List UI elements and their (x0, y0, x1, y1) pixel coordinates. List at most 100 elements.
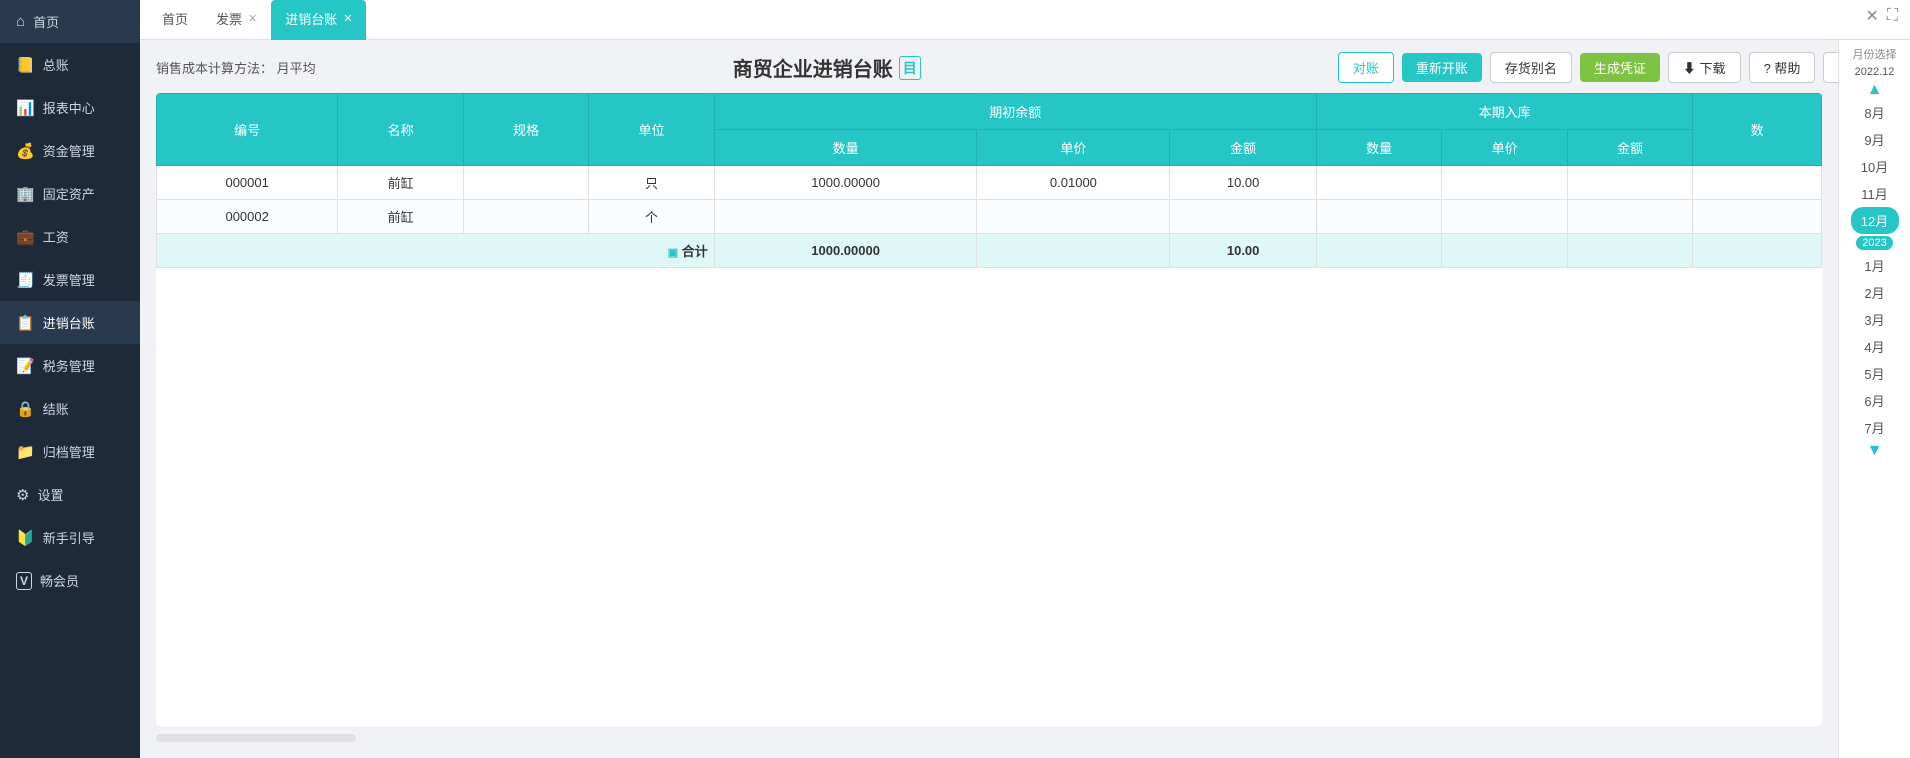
sidebar-item-guide[interactable]: 🔰 新手引导 (0, 516, 140, 559)
member-icon: V (16, 572, 32, 590)
row-last (1693, 166, 1822, 200)
sidebar-item-label: 工资 (43, 227, 69, 246)
table-icon: 目 (899, 56, 921, 80)
sidebar-item-label: 发票管理 (43, 270, 95, 289)
toolbar: 销售成本计算方法： 月平均 商贸企业进销台账 目 对账 重新开账 存货别名 生成… (156, 52, 1894, 83)
row-unit: 个 (589, 200, 714, 234)
tab-trade-ledger-close[interactable]: ✕ (343, 12, 352, 25)
reports-icon: 📊 (16, 99, 35, 117)
col-unit: 单位 (589, 94, 714, 166)
sidebar-item-funds[interactable]: 💰 资金管理 (0, 129, 140, 172)
home-icon: ⌂ (16, 13, 25, 30)
sidebar-item-salary[interactable]: 💼 工资 (0, 215, 140, 258)
close-window-button[interactable]: ✕ (1865, 6, 1878, 26)
download-button[interactable]: ⬇ 下载 (1668, 52, 1741, 83)
month-item-11[interactable]: 11月 (1839, 180, 1894, 207)
reopen-button[interactable]: 重新开账 (1402, 53, 1482, 82)
table-row: 000001 前缸 只 1000.00000 0.01000 10.00 (157, 166, 1822, 200)
col-opening-qty: 数量 (714, 130, 977, 166)
row-unit: 只 (589, 166, 714, 200)
sidebar-item-tax[interactable]: 📝 税务管理 (0, 344, 140, 387)
month-item-1[interactable]: 1月 (1839, 252, 1894, 279)
row-opening-price (977, 200, 1170, 234)
month-item-8[interactable]: 8月 (1839, 99, 1894, 126)
row-number: 000002 (157, 200, 338, 234)
match-button[interactable]: 对账 (1338, 52, 1394, 83)
tab-invoice-close[interactable]: ✕ (248, 12, 257, 25)
help-button[interactable]: ? 帮助 (1749, 52, 1816, 83)
sidebar-item-label: 归档管理 (43, 442, 95, 461)
tax-icon: 📝 (16, 357, 35, 375)
sidebar-item-trade-ledger[interactable]: 📋 进销台账 (0, 301, 140, 344)
month-item-6[interactable]: 6月 (1839, 387, 1894, 414)
sidebar-item-label: 固定资产 (43, 184, 95, 203)
row-spec (463, 166, 588, 200)
total-opening-amount: 10.00 (1170, 234, 1316, 268)
month-item-5[interactable]: 5月 (1839, 360, 1894, 387)
trade-ledger-table-container: 编号 名称 规格 单位 期初余额 本期入库 数 数量 单价 金额 数 (156, 93, 1822, 726)
row-current-in-qty (1316, 200, 1441, 234)
guide-icon: 🔰 (16, 529, 35, 547)
maximize-window-button[interactable]: ⛶ (1887, 6, 1898, 26)
generate-voucher-button[interactable]: 生成凭证 (1580, 53, 1660, 82)
col-current-in: 本期入库 (1316, 94, 1692, 130)
salary-icon: 💼 (16, 228, 35, 246)
sidebar-item-label: 总账 (43, 55, 69, 74)
horizontal-scrollbar[interactable] (156, 734, 356, 742)
col-opening-amount: 金额 (1170, 130, 1316, 166)
sidebar: ⌂ 首页 📒 总账 📊 报表中心 💰 资金管理 🏢 固定资产 💼 工资 🧾 发票… (0, 0, 140, 758)
page-title-text: 商贸企业进销台账 (733, 53, 893, 82)
sidebar-item-archive[interactable]: 📁 归档管理 (0, 430, 140, 473)
row-opening-amount (1170, 200, 1316, 234)
total-row: ▣ 合计 1000.00000 10.00 (157, 234, 1822, 268)
month-picker-down[interactable]: ▼ (1867, 441, 1883, 460)
col-name: 名称 (338, 94, 463, 166)
row-current-in-price (1442, 200, 1567, 234)
total-current-in-amount (1567, 234, 1692, 268)
trade-ledger-icon: 📋 (16, 314, 35, 332)
month-item-3[interactable]: 3月 (1839, 306, 1894, 333)
month-item-10[interactable]: 10月 (1839, 153, 1894, 180)
month-item-9[interactable]: 9月 (1839, 126, 1894, 153)
col-opening-balance: 期初余额 (714, 94, 1316, 130)
month-item-12[interactable]: 12月 (1851, 207, 1895, 234)
sidebar-item-home[interactable]: ⌂ 首页 (0, 0, 140, 43)
sidebar-item-invoice-mgmt[interactable]: 🧾 发票管理 (0, 258, 140, 301)
tab-home[interactable]: 首页 (148, 0, 202, 40)
sidebar-item-closing[interactable]: 🔒 结账 (0, 387, 140, 430)
month-item-7[interactable]: 7月 (1839, 414, 1894, 441)
cost-method-value: 月平均 (277, 61, 316, 76)
row-name: 前缸 (338, 166, 463, 200)
month-item-4[interactable]: 4月 (1839, 333, 1894, 360)
assets-icon: 🏢 (16, 185, 35, 203)
save-alias-button[interactable]: 存货别名 (1490, 52, 1572, 83)
row-name: 前缸 (338, 200, 463, 234)
toolbar-buttons: 对账 重新开账 存货别名 生成凭证 ⬇ 下载 ? 帮助 ↺ 刷新 (1338, 52, 1894, 83)
sidebar-item-label: 进销台账 (43, 313, 95, 332)
cost-method-label: 销售成本计算方法： (156, 61, 273, 76)
tab-invoice[interactable]: 发票 ✕ (202, 0, 271, 40)
table-row: 000002 前缸 个 (157, 200, 1822, 234)
row-number: 000001 (157, 166, 338, 200)
sidebar-item-settings[interactable]: ⚙ 设置 (0, 473, 140, 516)
closing-icon: 🔒 (16, 400, 35, 418)
sidebar-item-member[interactable]: V 畅会员 (0, 559, 140, 602)
sidebar-item-reports[interactable]: 📊 报表中心 (0, 86, 140, 129)
col-current-in-amount: 金额 (1567, 130, 1692, 166)
col-last: 数 (1693, 94, 1822, 166)
year-2023-badge: 2023 (1856, 236, 1892, 250)
sidebar-item-label: 税务管理 (43, 356, 95, 375)
month-item-2[interactable]: 2月 (1839, 279, 1894, 306)
settings-icon: ⚙ (16, 486, 29, 504)
col-number: 编号 (157, 94, 338, 166)
sidebar-item-ledger[interactable]: 📒 总账 (0, 43, 140, 86)
tab-trade-ledger[interactable]: 进销台账 ✕ (271, 0, 366, 40)
row-opening-amount: 10.00 (1170, 166, 1316, 200)
sidebar-item-label: 新手引导 (43, 528, 95, 547)
month-picker-panel: 月份选择 2022.12 ▲ 8月 9月 10月 11月 12月 2023 1月… (1838, 93, 1894, 726)
row-last (1693, 200, 1822, 234)
sidebar-item-assets[interactable]: 🏢 固定资产 (0, 172, 140, 215)
funds-icon: 💰 (16, 142, 35, 160)
col-current-in-price: 单价 (1442, 130, 1567, 166)
row-opening-qty (714, 200, 977, 234)
